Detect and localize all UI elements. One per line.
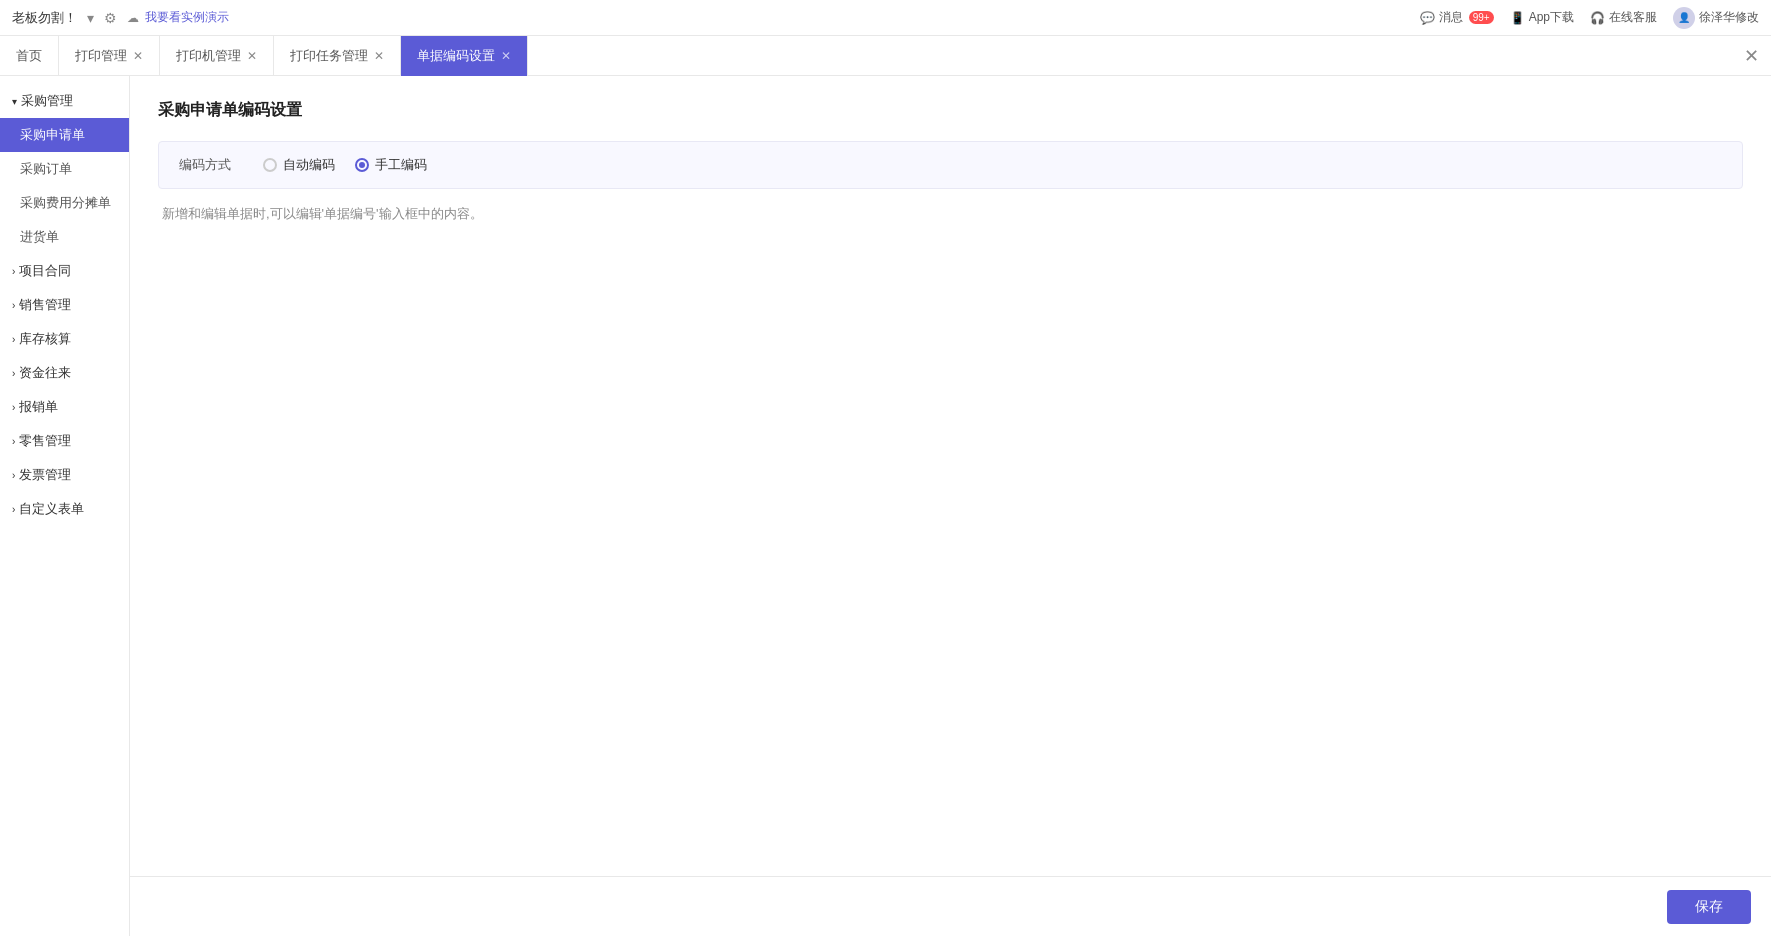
sidebar-group-label-invoice-mgmt: 发票管理 [19, 466, 71, 484]
radio-label-manual: 手工编码 [375, 156, 427, 174]
tab-print-mgmt-close[interactable]: ✕ [133, 49, 143, 63]
sidebar-item-purchase-order[interactable]: 采购订单 [0, 152, 129, 186]
sidebar-group-label-funds: 资金往来 [19, 364, 71, 382]
page-title: 采购申请单编码设置 [158, 100, 1743, 121]
sidebar-item-label-purchase-expense: 采购费用分摊单 [20, 194, 111, 212]
sidebar-group-label-retail-mgmt: 零售管理 [19, 432, 71, 450]
arrow-right-icon-retail: › [12, 436, 15, 447]
hint-text: 新增和编辑单据时,可以编辑'单据编号'输入框中的内容。 [158, 205, 1743, 223]
arrow-right-icon-invoice: › [12, 470, 15, 481]
sidebar-item-label-purchase-order: 采购订单 [20, 160, 72, 178]
sidebar-group-header-purchase-mgmt[interactable]: ▾ 采购管理 [0, 84, 129, 118]
sidebar: ▾ 采购管理 采购申请单 采购订单 采购费用分摊单 进货单 › 项目合同 [0, 76, 130, 936]
sidebar-item-purchase-request[interactable]: 采购申请单 [0, 118, 129, 152]
sidebar-item-label-stock-in: 进货单 [20, 228, 59, 246]
tab-print-task-mgmt-label: 打印任务管理 [290, 47, 368, 65]
sidebar-group-invoice-mgmt: › 发票管理 [0, 458, 129, 492]
sidebar-group-custom-forms: › 自定义表单 [0, 492, 129, 526]
app-download-item[interactable]: 📱 App下载 [1510, 9, 1574, 26]
message-item[interactable]: 💬 消息 99+ [1420, 9, 1494, 26]
phone-icon: 📱 [1510, 11, 1525, 25]
radio-circle-manual [355, 158, 369, 172]
gear-icon[interactable]: ⚙ [104, 10, 117, 26]
user-item[interactable]: 👤 徐泽华修改 [1673, 7, 1759, 29]
tab-print-task-mgmt[interactable]: 打印任务管理 ✕ [274, 36, 401, 76]
sidebar-group-label-project-contract: 项目合同 [19, 262, 71, 280]
tab-home-label: 首页 [16, 47, 42, 65]
tab-bar-close-all[interactable]: ✕ [1732, 36, 1771, 76]
encoding-section: 编码方式 自动编码 手工编码 [158, 141, 1743, 189]
app-title: 老板勿割！ [12, 9, 77, 27]
message-label: 消息 [1439, 9, 1463, 26]
sidebar-group-label-purchase-mgmt: 采购管理 [21, 92, 73, 110]
app-download-label: App下载 [1529, 9, 1574, 26]
arrow-right-icon-funds: › [12, 368, 15, 379]
sidebar-group-header-sales-mgmt[interactable]: › 销售管理 [0, 288, 129, 322]
dropdown-icon[interactable]: ▾ [87, 10, 94, 26]
sidebar-item-label-purchase-request: 采购申请单 [20, 126, 85, 144]
tab-print-task-mgmt-close[interactable]: ✕ [374, 49, 384, 63]
message-badge: 99+ [1469, 11, 1494, 24]
arrow-right-icon-inventory: › [12, 334, 15, 345]
content-footer: 保存 [130, 876, 1771, 936]
sidebar-group-project-contract: › 项目合同 [0, 254, 129, 288]
top-bar-right: 💬 消息 99+ 📱 App下载 🎧 在线客服 👤 徐泽华修改 [1420, 7, 1759, 29]
sidebar-group-header-funds[interactable]: › 资金往来 [0, 356, 129, 390]
demo-section: ☁ 我要看实例演示 [127, 9, 229, 26]
sidebar-group-header-returns[interactable]: › 报销单 [0, 390, 129, 424]
headset-icon: 🎧 [1590, 11, 1605, 25]
sidebar-group-inventory: › 库存核算 [0, 322, 129, 356]
tab-print-mgmt[interactable]: 打印管理 ✕ [59, 36, 160, 76]
tab-print-mgmt-label: 打印管理 [75, 47, 127, 65]
radio-auto-encoding[interactable]: 自动编码 [263, 156, 335, 174]
arrow-right-icon-returns: › [12, 402, 15, 413]
tab-printer-mgmt-close[interactable]: ✕ [247, 49, 257, 63]
sidebar-group-retail-mgmt: › 零售管理 [0, 424, 129, 458]
tab-single-code-settings[interactable]: 单据编码设置 ✕ [401, 36, 528, 76]
radio-manual-encoding[interactable]: 手工编码 [355, 156, 427, 174]
online-service-item[interactable]: 🎧 在线客服 [1590, 9, 1657, 26]
tab-printer-mgmt-label: 打印机管理 [176, 47, 241, 65]
encoding-label: 编码方式 [179, 156, 231, 174]
tab-home[interactable]: 首页 [0, 36, 59, 76]
message-icon: 💬 [1420, 11, 1435, 25]
radio-circle-auto [263, 158, 277, 172]
sidebar-group-header-retail-mgmt[interactable]: › 零售管理 [0, 424, 129, 458]
sidebar-group-header-invoice-mgmt[interactable]: › 发票管理 [0, 458, 129, 492]
sidebar-group-purchase-mgmt: ▾ 采购管理 采购申请单 采购订单 采购费用分摊单 进货单 [0, 84, 129, 254]
sidebar-group-label-sales-mgmt: 销售管理 [19, 296, 71, 314]
sidebar-group-label-returns: 报销单 [19, 398, 58, 416]
sidebar-group-label-inventory: 库存核算 [19, 330, 71, 348]
radio-label-auto: 自动编码 [283, 156, 335, 174]
user-avatar: 👤 [1673, 7, 1695, 29]
sidebar-item-purchase-expense[interactable]: 采购费用分摊单 [0, 186, 129, 220]
demo-text[interactable]: 我要看实例演示 [145, 9, 229, 26]
user-name: 徐泽华修改 [1699, 9, 1759, 26]
main-layout: ▾ 采购管理 采购申请单 采购订单 采购费用分摊单 进货单 › 项目合同 [0, 76, 1771, 936]
arrow-right-icon-custom: › [12, 504, 15, 515]
arrow-right-icon-sales: › [12, 300, 15, 311]
sidebar-group-funds: › 资金往来 [0, 356, 129, 390]
online-service-label: 在线客服 [1609, 9, 1657, 26]
content-area: 采购申请单编码设置 编码方式 自动编码 手工编码 新增和编辑单据时,可以编辑'单… [130, 76, 1771, 936]
save-button[interactable]: 保存 [1667, 890, 1751, 924]
tab-single-code-settings-label: 单据编码设置 [417, 47, 495, 65]
cloud-icon: ☁ [127, 11, 139, 25]
tab-bar: 首页 打印管理 ✕ 打印机管理 ✕ 打印任务管理 ✕ 单据编码设置 ✕ ✕ [0, 36, 1771, 76]
sidebar-group-returns: › 报销单 [0, 390, 129, 424]
arrow-down-icon: ▾ [12, 96, 17, 107]
sidebar-item-stock-in[interactable]: 进货单 [0, 220, 129, 254]
sidebar-group-sales-mgmt: › 销售管理 [0, 288, 129, 322]
top-bar-left: 老板勿割！ ▾ ⚙ ☁ 我要看实例演示 [12, 9, 229, 27]
sidebar-group-label-custom-forms: 自定义表单 [19, 500, 84, 518]
sidebar-group-header-project-contract[interactable]: › 项目合同 [0, 254, 129, 288]
top-bar: 老板勿割！ ▾ ⚙ ☁ 我要看实例演示 💬 消息 99+ 📱 App下载 🎧 在… [0, 0, 1771, 36]
tab-printer-mgmt[interactable]: 打印机管理 ✕ [160, 36, 274, 76]
radio-group: 自动编码 手工编码 [263, 156, 427, 174]
sidebar-group-header-inventory[interactable]: › 库存核算 [0, 322, 129, 356]
tab-single-code-settings-close[interactable]: ✕ [501, 49, 511, 63]
content-main: 采购申请单编码设置 编码方式 自动编码 手工编码 新增和编辑单据时,可以编辑'单… [130, 76, 1771, 876]
arrow-right-icon-project: › [12, 266, 15, 277]
sidebar-group-header-custom-forms[interactable]: › 自定义表单 [0, 492, 129, 526]
